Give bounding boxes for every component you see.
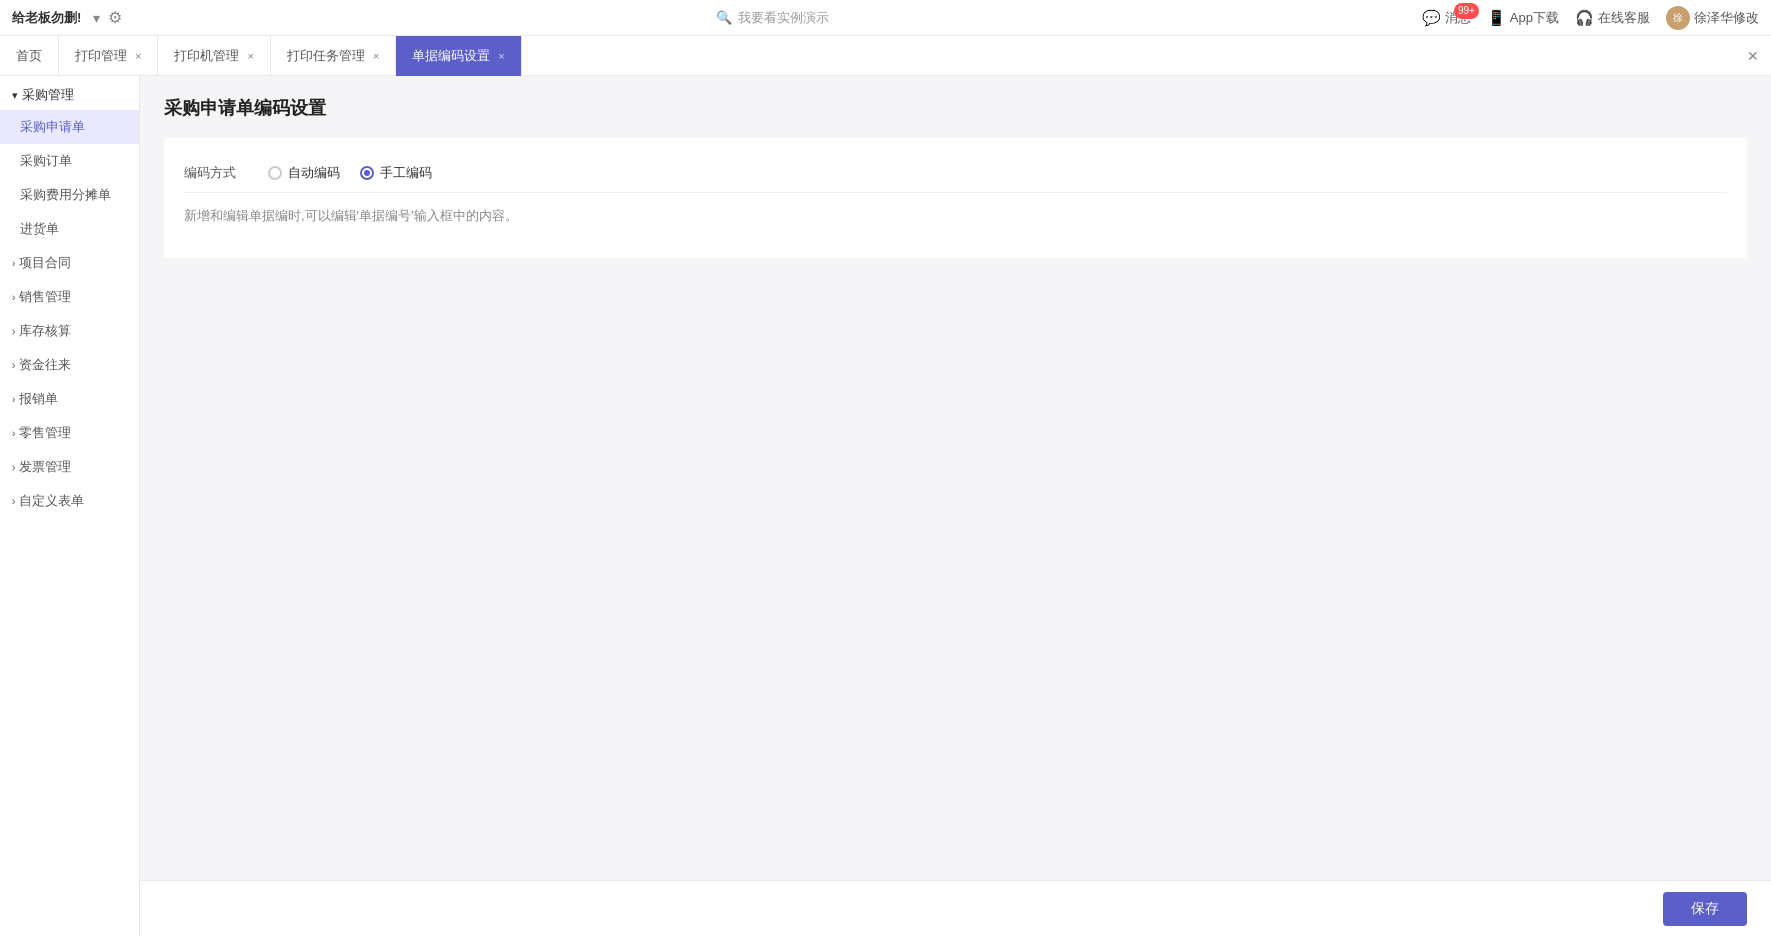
sidebar-group-sales-mgmt[interactable]: › 销售管理 xyxy=(0,280,139,314)
radio-auto-label: 自动编码 xyxy=(288,164,340,182)
encoding-card: 编码方式 自动编码 手工编码 新增和编辑单据编时,可以编辑'单据编号'输入框中的… xyxy=(164,138,1747,258)
page-title: 采购申请单编码设置 xyxy=(164,96,1747,120)
radio-manual[interactable]: 手工编码 xyxy=(360,164,432,182)
online-service-label: 在线客服 xyxy=(1598,9,1650,27)
close-all-button[interactable]: ✕ xyxy=(1747,48,1759,64)
sidebar-group-project-label: 项目合同 xyxy=(19,254,71,272)
search-bar[interactable]: 🔍 我要看实例演示 xyxy=(716,9,829,27)
sidebar-item-goods-receipt-label: 进货单 xyxy=(20,221,59,236)
sidebar-group-invoice-label: 发票管理 xyxy=(19,458,71,476)
arrow-right-icon-capital: › xyxy=(12,360,15,371)
tab-print-mgmt-label: 打印管理 xyxy=(75,47,127,65)
tab-print-task-close[interactable]: × xyxy=(373,50,379,62)
settings-icon[interactable]: ⚙ xyxy=(108,8,122,27)
encoding-label: 编码方式 xyxy=(184,164,244,182)
tab-print-task[interactable]: 打印任务管理 × xyxy=(271,36,396,76)
message-badge: 99+ xyxy=(1454,3,1479,19)
sidebar-group-capital-label: 资金往来 xyxy=(19,356,71,374)
main-layout: ▾ 采购管理 采购申请单 采购订单 采购费用分摊单 进货单 › 项目合同 › 销… xyxy=(0,76,1771,936)
sidebar-group-retail[interactable]: › 零售管理 xyxy=(0,416,139,450)
sidebar-group-custom-label: 自定义表单 xyxy=(19,492,84,510)
encoding-row: 编码方式 自动编码 手工编码 xyxy=(184,154,1727,193)
tab-print-task-label: 打印任务管理 xyxy=(287,47,365,65)
app-download-label: App下载 xyxy=(1510,9,1559,27)
sidebar-group-retail-label: 零售管理 xyxy=(19,424,71,442)
sidebar-group-returns[interactable]: › 报销单 xyxy=(0,382,139,416)
tab-print-mgmt-close[interactable]: × xyxy=(135,50,141,62)
sidebar-group-purchase-label: 采购管理 xyxy=(22,86,74,104)
tab-printer-mgmt-label: 打印机管理 xyxy=(174,47,239,65)
tab-home-label: 首页 xyxy=(16,47,42,65)
sidebar-item-goods-receipt[interactable]: 进货单 xyxy=(0,212,139,246)
avatar: 徐 xyxy=(1666,6,1690,30)
sidebar-item-purchase-request-label: 采购申请单 xyxy=(20,119,85,134)
top-bar-icons: ▾ ⚙ xyxy=(93,8,122,27)
sidebar-group-custom-forms[interactable]: › 自定义表单 xyxy=(0,484,139,518)
sidebar-item-purchase-request[interactable]: 采购申请单 xyxy=(0,110,139,144)
message-button[interactable]: 💬 消息 99+ xyxy=(1422,9,1471,27)
arrow-right-icon-custom: › xyxy=(12,496,15,507)
top-bar: 给老板勿删! ▾ ⚙ 🔍 我要看实例演示 💬 消息 99+ 📱 App下载 🎧 … xyxy=(0,0,1771,36)
online-service-button[interactable]: 🎧 在线客服 xyxy=(1575,9,1650,27)
sidebar-group-capital[interactable]: › 资金往来 xyxy=(0,348,139,382)
radio-auto-circle xyxy=(268,166,282,180)
radio-group: 自动编码 手工编码 xyxy=(268,164,432,182)
brand-text: 给老板勿删! xyxy=(12,9,81,27)
app-download-button[interactable]: 📱 App下载 xyxy=(1487,9,1559,27)
app-icon: 📱 xyxy=(1487,9,1506,27)
save-button[interactable]: 保存 xyxy=(1663,892,1747,926)
tab-single-barcode-label: 单据编码设置 xyxy=(412,47,490,65)
search-text: 我要看实例演示 xyxy=(738,9,829,27)
radio-manual-circle xyxy=(360,166,374,180)
sidebar-group-invoice[interactable]: › 发票管理 xyxy=(0,450,139,484)
content-footer: 保存 xyxy=(140,880,1771,936)
sidebar-group-inventory-label: 库存核算 xyxy=(19,322,71,340)
content-area: 采购申请单编码设置 编码方式 自动编码 手工编码 xyxy=(140,76,1771,936)
tab-single-barcode[interactable]: 单据编码设置 × xyxy=(396,36,521,76)
tab-print-mgmt[interactable]: 打印管理 × xyxy=(59,36,158,76)
radio-manual-label: 手工编码 xyxy=(380,164,432,182)
sidebar-group-project-contract[interactable]: › 项目合同 xyxy=(0,246,139,280)
dropdown-icon[interactable]: ▾ xyxy=(93,10,100,26)
arrow-down-icon: ▾ xyxy=(12,89,18,102)
sidebar-item-purchase-order-label: 采购订单 xyxy=(20,153,72,168)
content-inner: 采购申请单编码设置 编码方式 自动编码 手工编码 xyxy=(140,76,1771,880)
tab-printer-mgmt-close[interactable]: × xyxy=(247,50,253,62)
radio-auto[interactable]: 自动编码 xyxy=(268,164,340,182)
service-icon: 🎧 xyxy=(1575,9,1594,27)
top-bar-left: 给老板勿删! ▾ ⚙ xyxy=(12,8,122,27)
message-icon: 💬 xyxy=(1422,9,1441,27)
arrow-right-icon-returns: › xyxy=(12,394,15,405)
arrow-right-icon-inventory: › xyxy=(12,326,15,337)
search-icon: 🔍 xyxy=(716,10,732,25)
arrow-right-icon-retail: › xyxy=(12,428,15,439)
sidebar-item-purchase-expense[interactable]: 采购费用分摊单 xyxy=(0,178,139,212)
arrow-right-icon-project: › xyxy=(12,258,15,269)
user-name: 徐泽华修改 xyxy=(1694,9,1759,27)
tab-bar: 首页 打印管理 × 打印机管理 × 打印任务管理 × 单据编码设置 × ✕ xyxy=(0,36,1771,76)
sidebar-group-sales-label: 销售管理 xyxy=(19,288,71,306)
sidebar-item-purchase-order[interactable]: 采购订单 xyxy=(0,144,139,178)
sidebar: ▾ 采购管理 采购申请单 采购订单 采购费用分摊单 进货单 › 项目合同 › 销… xyxy=(0,76,140,936)
arrow-right-icon-sales: › xyxy=(12,292,15,303)
top-bar-right: 💬 消息 99+ 📱 App下载 🎧 在线客服 徐 徐泽华修改 xyxy=(1422,6,1759,30)
tab-printer-mgmt[interactable]: 打印机管理 × xyxy=(158,36,270,76)
sidebar-group-returns-label: 报销单 xyxy=(19,390,58,408)
hint-text: 新增和编辑单据编时,可以编辑'单据编号'输入框中的内容。 xyxy=(184,207,1727,225)
tab-home[interactable]: 首页 xyxy=(0,36,59,76)
arrow-right-icon-invoice: › xyxy=(12,462,15,473)
tab-single-barcode-close[interactable]: × xyxy=(498,50,504,62)
sidebar-group-purchase[interactable]: ▾ 采购管理 xyxy=(0,76,139,110)
sidebar-group-inventory[interactable]: › 库存核算 xyxy=(0,314,139,348)
user-menu[interactable]: 徐 徐泽华修改 xyxy=(1666,6,1759,30)
sidebar-item-purchase-expense-label: 采购费用分摊单 xyxy=(20,187,111,202)
